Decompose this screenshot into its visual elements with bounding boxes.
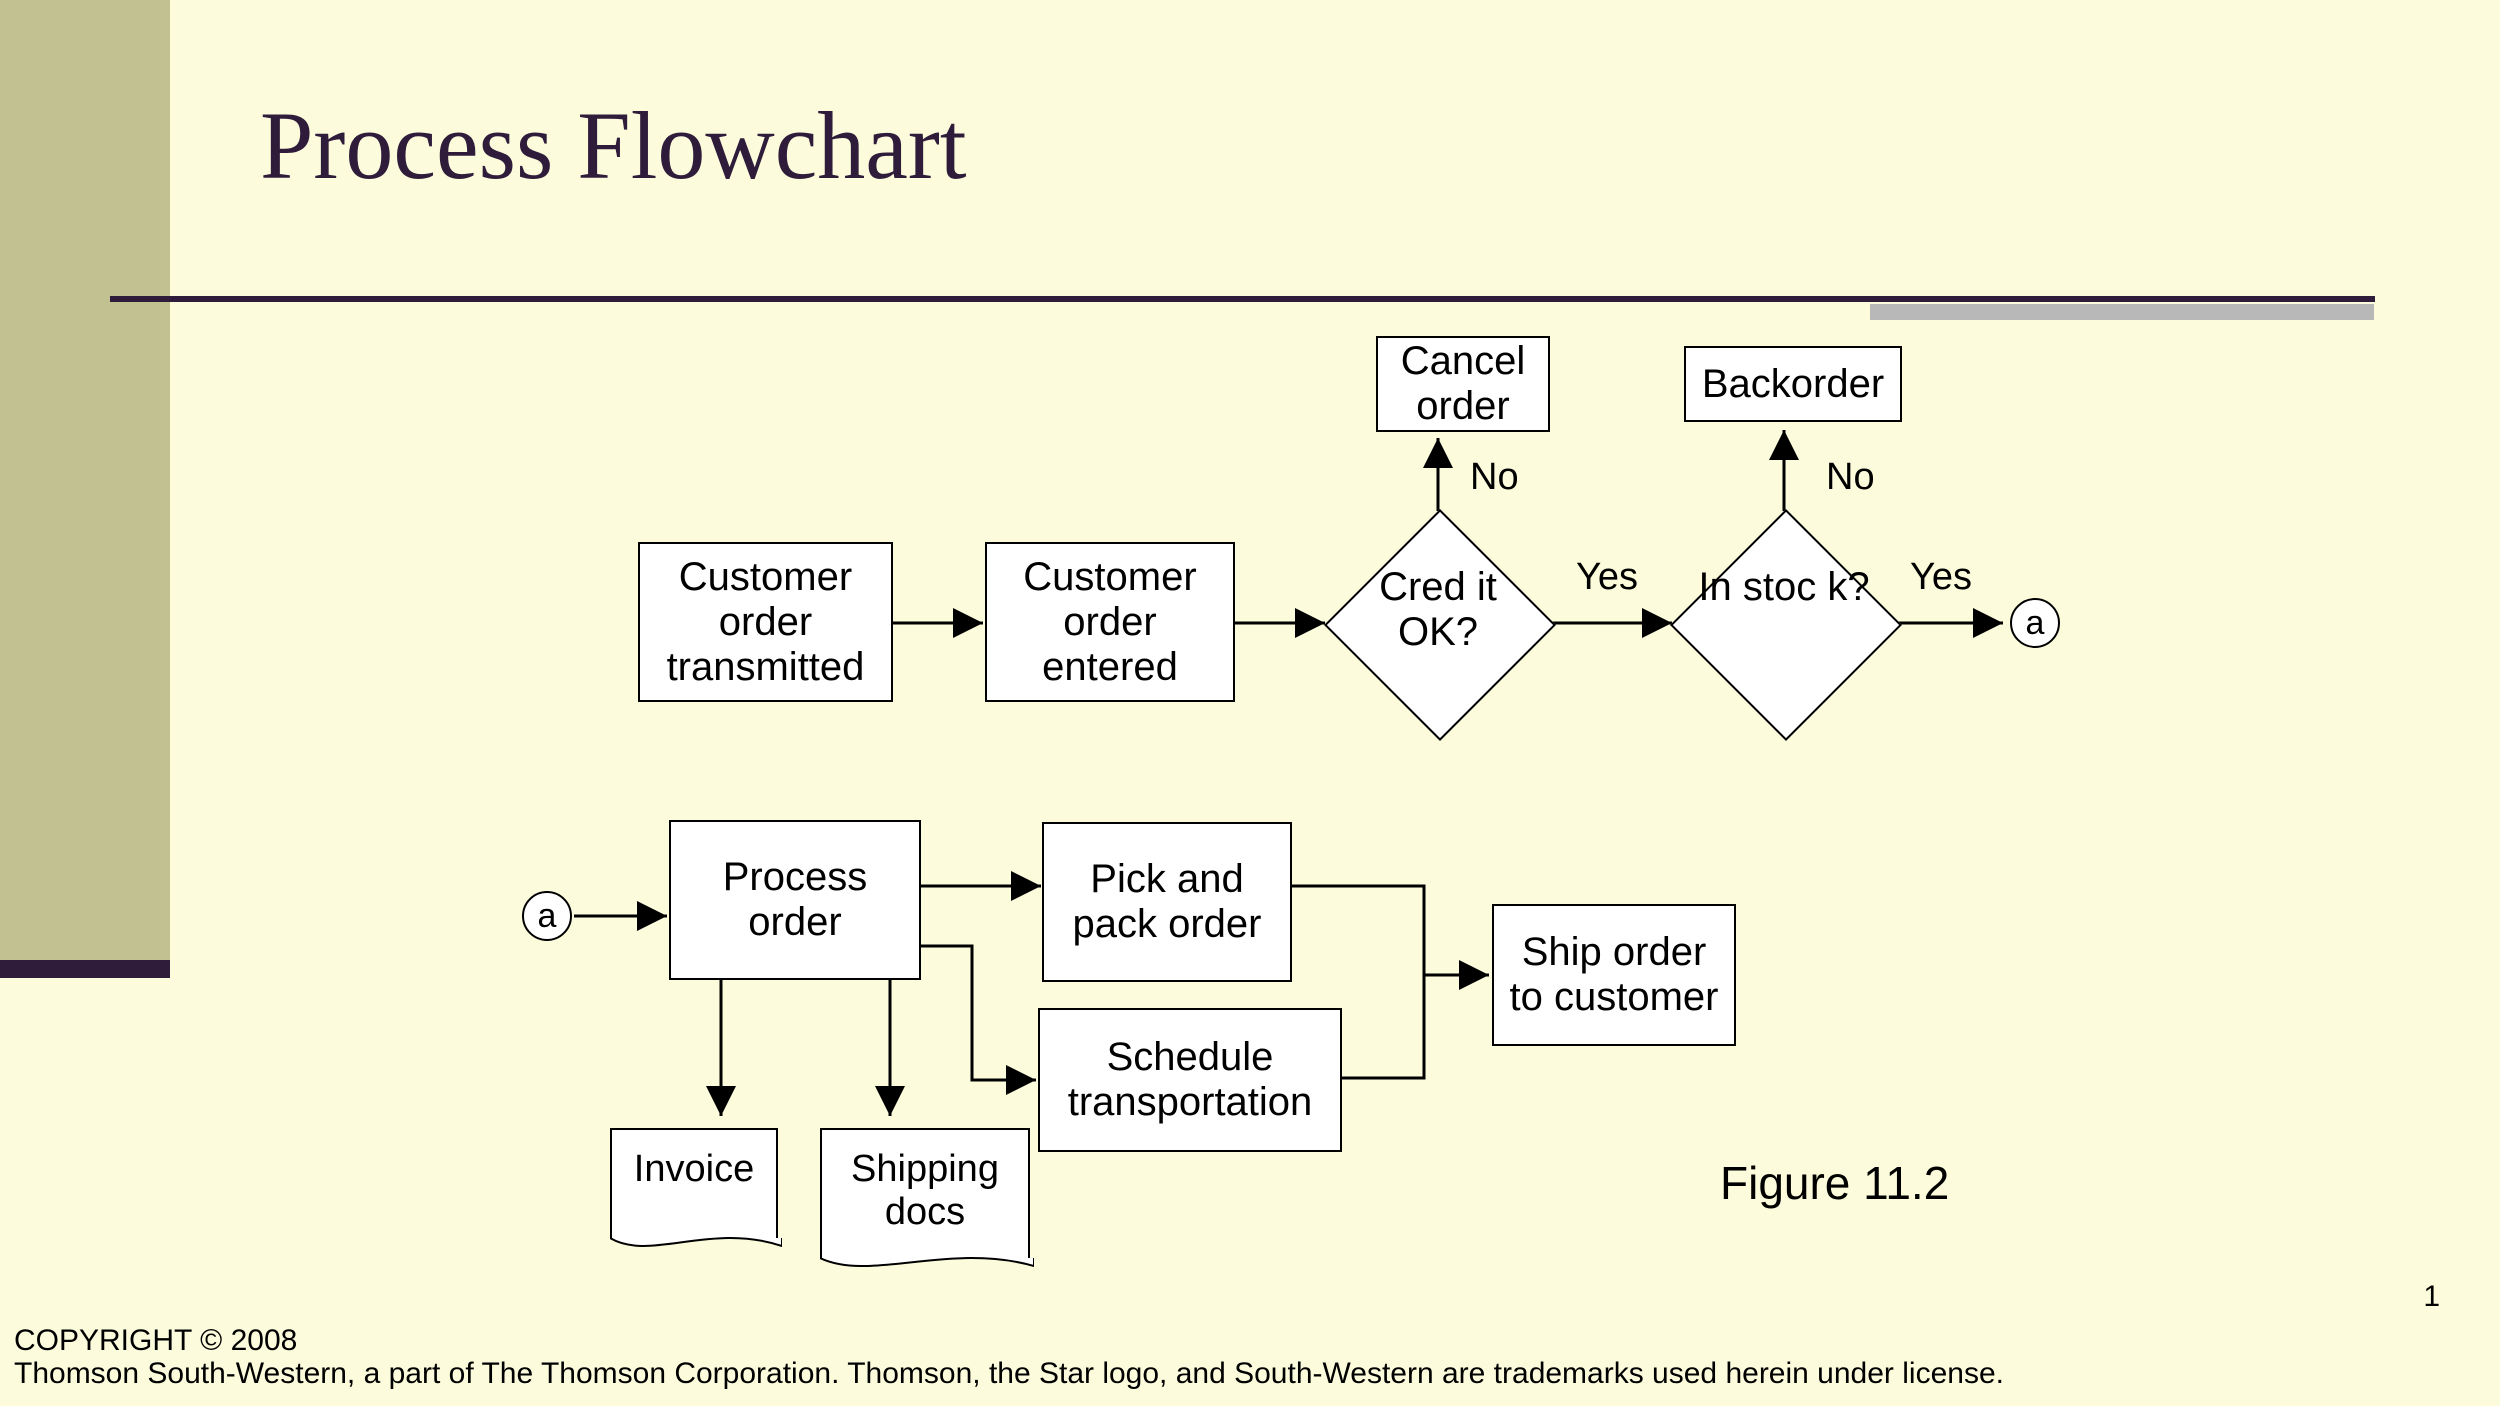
node-credit-ok-label: Cred it OK? (1338, 565, 1538, 655)
slide: Process Flowchart (0, 0, 2500, 1406)
flowchart: Customer order transmitted Customer orde… (0, 0, 2500, 1406)
copyright-line1: COPYRIGHT © 2008 (14, 1324, 2004, 1357)
node-customer-order-transmitted: Customer order transmitted (638, 542, 893, 702)
doc-invoice: Invoice (610, 1128, 778, 1238)
node-pick-and-pack: Pick and pack order (1042, 822, 1292, 982)
node-customer-order-entered: Customer order entered (985, 542, 1235, 702)
node-in-stock-shape (1670, 509, 1902, 741)
node-ship-to-customer: Ship order to customer (1492, 904, 1736, 1046)
label-no-stock: No (1826, 456, 1875, 499)
doc-shipping-docs-label: Shipping docs (851, 1148, 999, 1233)
label-no-credit: No (1470, 456, 1519, 499)
node-schedule-transportation: Schedule transportation (1038, 1008, 1342, 1152)
label-yes-stock: Yes (1910, 556, 1972, 599)
node-in-stock-label: In stoc k? (1684, 565, 1884, 610)
connector-a-bottom: a (522, 891, 572, 941)
doc-shipping-docs: Shipping docs (820, 1128, 1030, 1258)
page-number: 1 (2423, 1280, 2440, 1314)
flowchart-arrows (0, 0, 2500, 1406)
connector-a-top: a (2010, 598, 2060, 648)
figure-caption: Figure 11.2 (1720, 1156, 1949, 1210)
node-process-order: Process order (669, 820, 921, 980)
copyright: COPYRIGHT © 2008 Thomson South-Western, … (14, 1324, 2004, 1390)
node-cancel-order: Cancel order (1376, 336, 1550, 432)
node-backorder: Backorder (1684, 346, 1902, 422)
copyright-line2: Thomson South-Western, a part of The Tho… (14, 1357, 2004, 1390)
doc-invoice-label: Invoice (634, 1148, 754, 1190)
label-yes-credit: Yes (1576, 556, 1638, 599)
